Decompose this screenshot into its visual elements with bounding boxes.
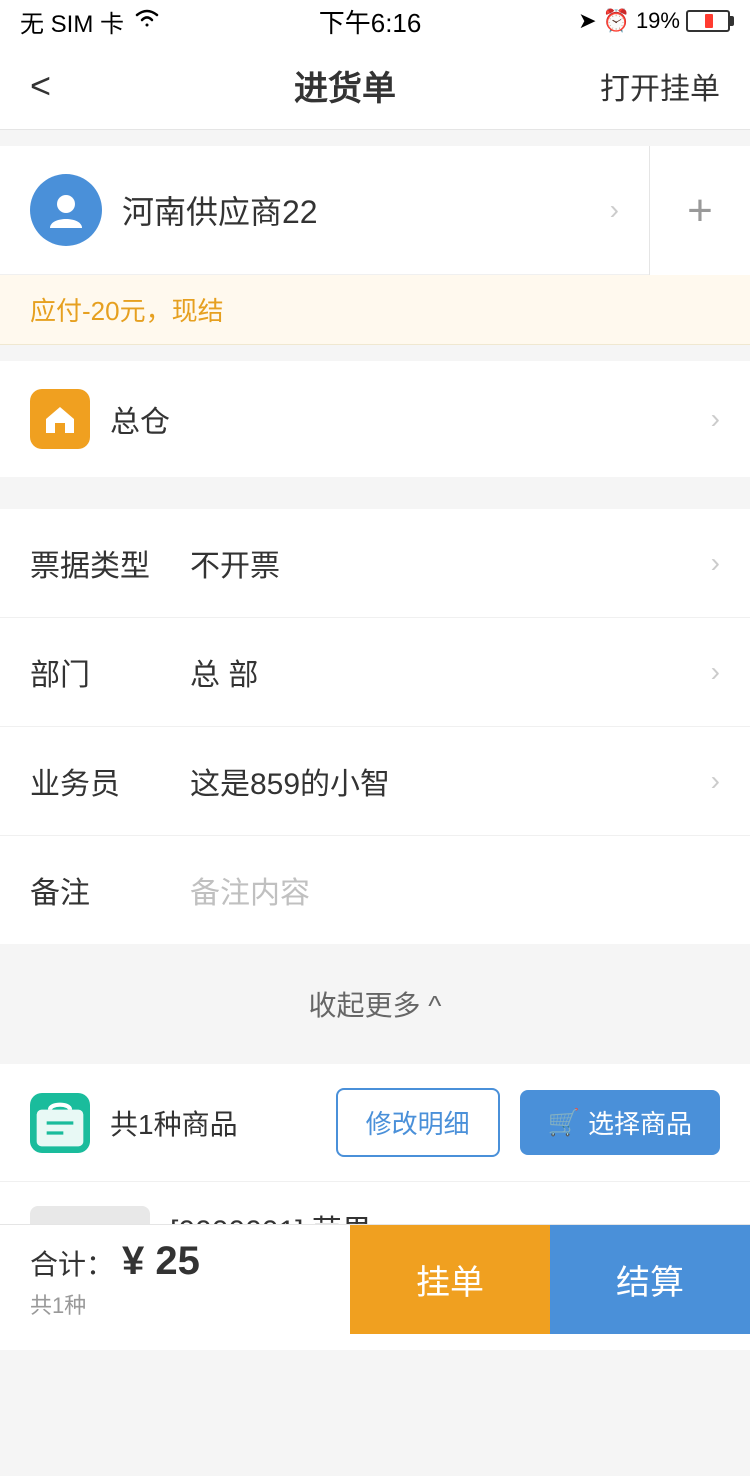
supplier-add-button[interactable]: + — [650, 146, 750, 275]
invoice-type-label: 票据类型 — [30, 541, 150, 585]
collapse-button[interactable]: 收起更多 ^ — [0, 960, 750, 1048]
form-section: 票据类型 不开票 › 部门 总 部 › 业务员 这是859的小智 › 备注 备注… — [0, 509, 750, 944]
bottom-summary: 合计： ¥ 25 共1种 — [0, 1225, 350, 1334]
status-bar: 无 SIM 卡 下午6:16 ➤ ⏰ 19% — [0, 0, 750, 42]
select-product-button[interactable]: 🛒 选择商品 — [520, 1090, 720, 1155]
alarm-icon: ⏰ — [603, 8, 630, 34]
supplier-avatar — [30, 174, 102, 246]
open-pending-button[interactable]: 打开挂单 — [600, 64, 720, 108]
bottom-total: 合计： ¥ 25 — [30, 1239, 320, 1284]
product-icon — [30, 1093, 90, 1153]
warehouse-card: 总仓 › — [0, 361, 750, 477]
invoice-type-value: 不开票 — [150, 541, 711, 585]
salesperson-chevron-icon: › — [711, 765, 720, 797]
bottom-sub: 共1种 — [30, 1288, 320, 1320]
salesperson-row[interactable]: 业务员 这是859的小智 › — [0, 727, 750, 836]
dept-value: 总 部 — [150, 650, 711, 694]
wifi-icon — [132, 7, 162, 36]
warehouse-icon — [30, 389, 90, 449]
status-left: 无 SIM 卡 — [20, 4, 162, 39]
nav-bar: < 进货单 打开挂单 — [0, 42, 750, 130]
location-icon: ➤ — [578, 8, 596, 34]
remark-input[interactable]: 备注内容 — [150, 868, 720, 912]
warehouse-chevron-icon: › — [711, 403, 720, 435]
dept-row[interactable]: 部门 总 部 › — [0, 618, 750, 727]
total-amount: ¥ 25 — [122, 1239, 200, 1284]
supplier-info-banner: 应付-20元，现结 — [0, 275, 750, 345]
cart-icon: 🛒 — [548, 1107, 580, 1138]
battery-icon — [686, 10, 730, 32]
total-label: 合计： — [30, 1243, 114, 1283]
supplier-name: 河南供应商22 — [122, 187, 610, 233]
status-right: ➤ ⏰ 19% — [578, 8, 730, 34]
product-header: 共1种商品 修改明细 🛒 选择商品 — [0, 1064, 750, 1182]
checkout-button[interactable]: 结算 — [550, 1225, 750, 1334]
remark-label: 备注 — [30, 868, 150, 912]
supplier-selector[interactable]: 河南供应商22 › — [0, 146, 649, 275]
salesperson-value: 这是859的小智 — [150, 759, 711, 803]
supplier-chevron-icon: › — [610, 194, 619, 226]
edit-detail-button[interactable]: 修改明细 — [336, 1088, 500, 1157]
sim-status: 无 SIM 卡 — [20, 4, 124, 39]
salesperson-label: 业务员 — [30, 759, 150, 803]
dept-chevron-icon: › — [711, 656, 720, 688]
page-title: 进货单 — [294, 61, 396, 110]
back-button[interactable]: < — [30, 65, 90, 107]
bottom-bar: 合计： ¥ 25 共1种 挂单 结算 — [0, 1224, 750, 1334]
hang-order-button[interactable]: 挂单 — [350, 1225, 550, 1334]
warehouse-name: 总仓 — [110, 397, 711, 441]
status-time: 下午6:16 — [319, 3, 422, 40]
warehouse-row[interactable]: 总仓 › — [0, 361, 750, 477]
invoice-chevron-icon: › — [711, 547, 720, 579]
dept-label: 部门 — [30, 650, 150, 694]
battery-percent: 19% — [636, 8, 680, 34]
product-count: 共1种商品 — [110, 1103, 316, 1143]
invoice-type-row[interactable]: 票据类型 不开票 › — [0, 509, 750, 618]
remark-row[interactable]: 备注 备注内容 — [0, 836, 750, 944]
supplier-section: 河南供应商22 › + — [0, 146, 750, 275]
